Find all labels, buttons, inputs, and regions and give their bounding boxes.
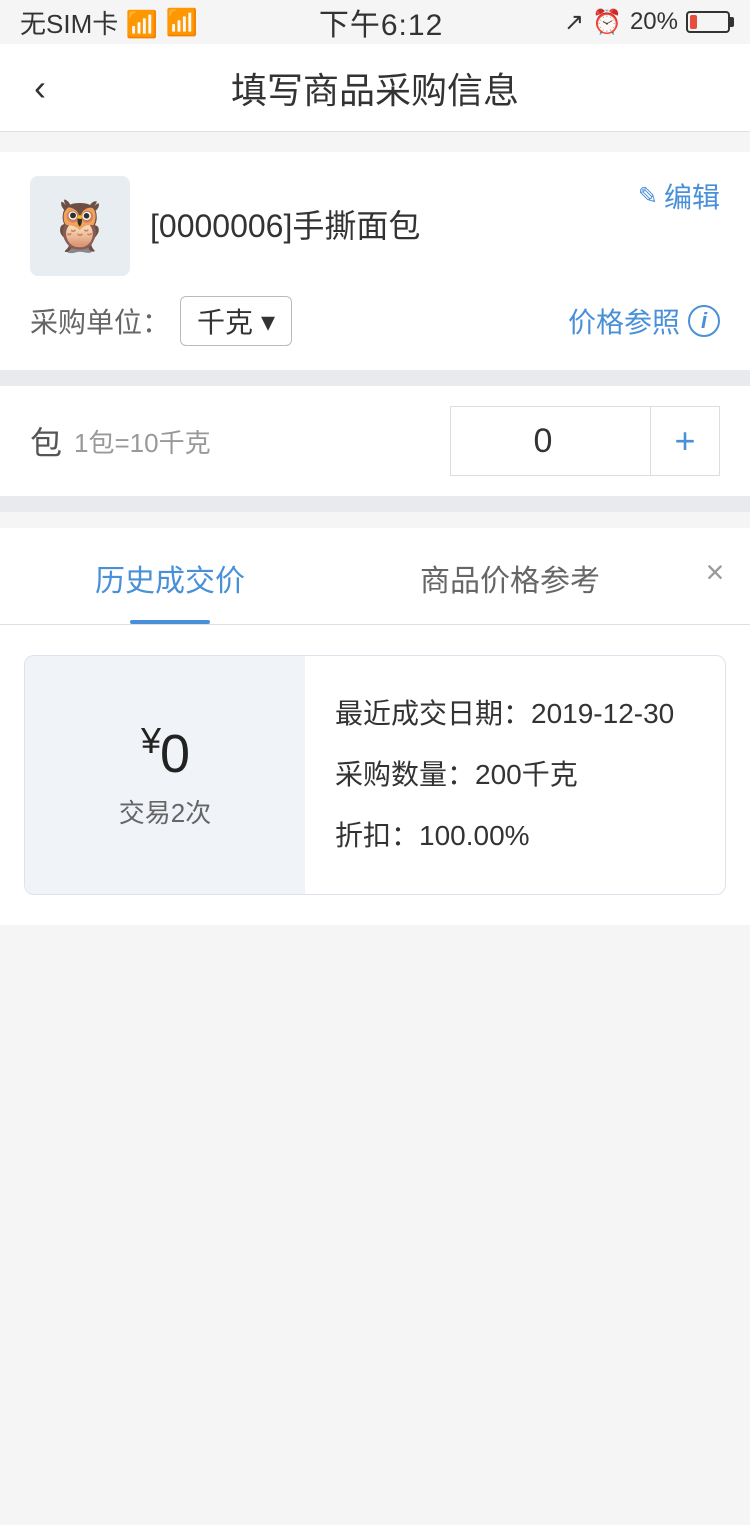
qty-label: 采购数量： [335,759,475,790]
transaction-card: ¥0 交易2次 最近成交日期：2019-12-30 采购数量：200千克 折扣：… [24,655,726,895]
back-button[interactable]: ‹ [24,57,56,119]
tabs-close-button[interactable]: × [680,554,750,599]
unit-value: 千克 [197,301,253,341]
edit-button[interactable]: ✎ 编辑 [638,176,720,216]
product-image: 🦉 [30,176,130,276]
status-bar: 无SIM卡 📶 📶 下午6:12 ↗ ⏰ 20% [0,0,750,44]
unit-label: 采购单位： 千克 ▾ [30,296,292,346]
status-right: ↗ ⏰ 20% [564,8,730,37]
product-logo: 🦉 [49,197,111,256]
qty-value: 200千克 [475,759,578,790]
transaction-qty-row: 采购数量：200千克 [335,753,695,798]
unit-description: 1包=10千克 [74,423,211,460]
battery-percent: 20% [630,8,678,36]
page-background [0,925,750,1525]
page-title: 填写商品采购信息 [231,62,519,114]
transaction-price: ¥0 [141,720,189,785]
location-icon: ↗ [564,8,584,37]
tabs-panel: 历史成交价 商品价格参考 × ¥0 交易2次 最近成交日期：2019-12-30… [0,528,750,925]
price-symbol: ¥ [141,720,160,761]
carrier-text: 无SIM卡 📶 [20,4,158,41]
transaction-discount-row: 折扣：100.00% [335,814,695,859]
alarm-icon: ⏰ [592,8,622,37]
nav-bar: ‹ 填写商品采购信息 [0,44,750,132]
quantity-input[interactable] [450,406,650,476]
discount-value: 100.00% [419,820,530,851]
transaction-right: 最近成交日期：2019-12-30 采购数量：200千克 折扣：100.00% [305,656,725,894]
quantity-row: 包 1包=10千克 + [0,386,750,496]
transaction-date-row: 最近成交日期：2019-12-30 [335,692,695,737]
product-card: 🦉 [0000006]手撕面包 ✎ 编辑 采购单位： 千克 ▾ 价格参照 i [0,152,750,370]
tabs-content: ¥0 交易2次 最近成交日期：2019-12-30 采购数量：200千克 折扣：… [0,625,750,925]
info-icon: i [688,305,720,337]
unit-package-icon: 包 [30,418,62,464]
status-time: 下午6:12 [319,0,443,44]
transaction-left: ¥0 交易2次 [25,656,305,894]
unit-select[interactable]: 千克 ▾ [180,296,292,346]
product-header: 🦉 [0000006]手撕面包 ✎ 编辑 [30,176,720,276]
price-value: 0 [160,724,189,784]
price-ref-button[interactable]: 价格参照 i [568,301,720,341]
quantity-plus-button[interactable]: + [650,406,720,476]
dropdown-arrow: ▾ [261,305,275,338]
product-unit-row: 采购单位： 千克 ▾ 价格参照 i [30,296,720,346]
wifi-icon: 📶 [166,7,198,38]
unit-label-text: 采购单位： [30,301,170,341]
tabs-header: 历史成交价 商品价格参考 × [0,528,750,625]
edit-icon: ✎ [638,182,658,211]
price-ref-label: 价格参照 [568,301,680,341]
status-left: 无SIM卡 📶 📶 [20,4,198,41]
section-divider-2 [0,496,750,512]
battery-indicator [686,11,730,33]
tab-history-price[interactable]: 历史成交价 [0,528,340,624]
edit-label: 编辑 [664,176,720,216]
discount-label: 折扣： [335,820,419,851]
date-label: 最近成交日期： [335,698,531,729]
date-value: 2019-12-30 [531,698,674,729]
product-left: 🦉 [0000006]手撕面包 [30,176,420,276]
quantity-label: 包 1包=10千克 [30,418,211,464]
quantity-input-group: + [450,406,720,476]
product-name: [0000006]手撕面包 [150,204,420,249]
section-divider [0,370,750,386]
transaction-count: 交易2次 [119,793,211,830]
tab-price-reference[interactable]: 商品价格参考 [340,528,680,624]
